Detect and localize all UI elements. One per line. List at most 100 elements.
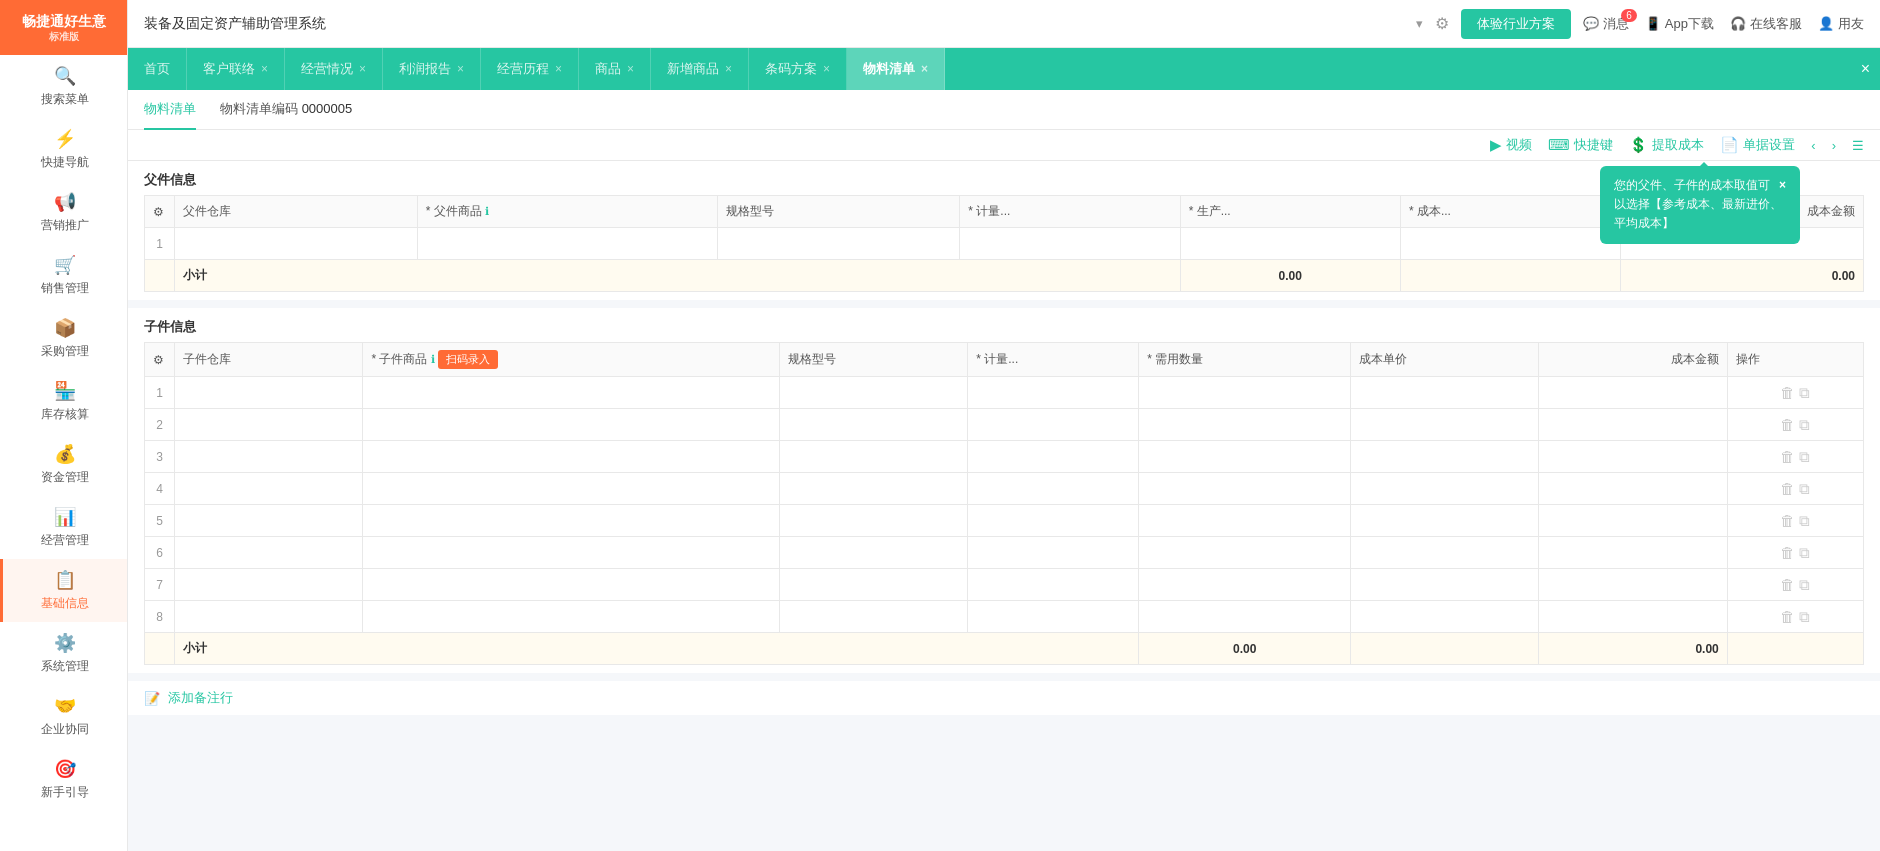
child-cell-quantity-6[interactable] [1139,537,1351,569]
child-cell-spec-8[interactable] [779,601,967,633]
dropdown-icon[interactable]: ▾ [1416,16,1423,31]
child-cell-warehouse-7[interactable] [175,569,363,601]
child-cell-unit-cost-5[interactable] [1350,505,1538,537]
sidebar-item-guide[interactable]: 🎯 新手引导 [0,748,127,811]
child-cell-unit-4[interactable] [968,473,1139,505]
tab-profit-close[interactable]: × [457,62,464,76]
child-cell-unit-cost-8[interactable] [1350,601,1538,633]
child-cell-unit-cost-6[interactable] [1350,537,1538,569]
child-cell-warehouse-3[interactable] [175,441,363,473]
child-cell-spec-6[interactable] [779,537,967,569]
tab-history[interactable]: 经营历程 × [481,48,579,90]
sidebar-item-finance[interactable]: 💰 资金管理 [0,433,127,496]
parent-cell-warehouse[interactable] [175,228,418,260]
child-cell-unit-3[interactable] [968,441,1139,473]
child-cell-spec-7[interactable] [779,569,967,601]
copy-row-btn-6[interactable]: ⧉ [1799,544,1810,562]
child-cell-quantity-3[interactable] [1139,441,1351,473]
child-cell-spec-2[interactable] [779,409,967,441]
child-cell-goods-1[interactable] [363,377,780,409]
copy-row-btn-7[interactable]: ⧉ [1799,576,1810,594]
child-cell-goods-2[interactable] [363,409,780,441]
tab-barcode[interactable]: 条码方案 × [749,48,847,90]
tab-profit[interactable]: 利润报告 × [383,48,481,90]
tab-customers[interactable]: 客户联络 × [187,48,285,90]
child-cell-unit-2[interactable] [968,409,1139,441]
shortcut-btn[interactable]: ⌨ 快捷键 [1548,136,1613,154]
settings-doc-btn[interactable]: 📄 单据设置 [1720,136,1795,154]
parent-cell-unit[interactable] [960,228,1180,260]
delete-row-btn-4[interactable]: 🗑 [1780,480,1795,498]
tab-operations[interactable]: 经营情况 × [285,48,383,90]
child-cell-spec-3[interactable] [779,441,967,473]
sidebar-item-quick-nav[interactable]: ⚡ 快捷导航 [0,118,127,181]
sidebar-item-purchase[interactable]: 📦 采购管理 [0,307,127,370]
app-download-item[interactable]: 📱 App下载 [1645,15,1714,33]
child-col-settings[interactable]: ⚙ [145,343,175,377]
child-cell-quantity-7[interactable] [1139,569,1351,601]
copy-row-btn-1[interactable]: ⧉ [1799,384,1810,402]
child-cell-unit-1[interactable] [968,377,1139,409]
child-cell-quantity-1[interactable] [1139,377,1351,409]
child-cell-warehouse-8[interactable] [175,601,363,633]
child-cell-goods-7[interactable] [363,569,780,601]
child-cell-unit-cost-7[interactable] [1350,569,1538,601]
experience-btn[interactable]: 体验行业方案 [1461,9,1571,39]
copy-row-btn-4[interactable]: ⧉ [1799,480,1810,498]
child-cell-unit-6[interactable] [968,537,1139,569]
delete-row-btn-3[interactable]: 🗑 [1780,448,1795,466]
child-cell-unit-cost-3[interactable] [1350,441,1538,473]
copy-row-btn-8[interactable]: ⧉ [1799,608,1810,626]
tab-bom-close[interactable]: × [921,62,928,76]
add-note-btn[interactable]: 添加备注行 [168,689,233,707]
tab-new-goods-close[interactable]: × [725,62,732,76]
tab-new-goods[interactable]: 新增商品 × [651,48,749,90]
copy-row-btn-3[interactable]: ⧉ [1799,448,1810,466]
child-cell-goods-3[interactable] [363,441,780,473]
tab-goods-close[interactable]: × [627,62,634,76]
delete-row-btn-2[interactable]: 🗑 [1780,416,1795,434]
child-cell-warehouse-5[interactable] [175,505,363,537]
child-cell-quantity-4[interactable] [1139,473,1351,505]
tab-history-close[interactable]: × [555,62,562,76]
child-cell-goods-4[interactable] [363,473,780,505]
tab-goods[interactable]: 商品 × [579,48,651,90]
sidebar-item-basic-info[interactable]: 📋 基础信息 [0,559,127,622]
parent-col-settings[interactable]: ⚙ [145,196,175,228]
child-cell-unit-7[interactable] [968,569,1139,601]
delete-row-btn-8[interactable]: 🗑 [1780,608,1795,626]
sidebar-item-inventory[interactable]: 🏪 库存核算 [0,370,127,433]
message-icon-item[interactable]: 💬 消息 6 [1583,15,1629,33]
delete-row-btn-6[interactable]: 🗑 [1780,544,1795,562]
sidebar-item-marketing[interactable]: 📢 营销推广 [0,181,127,244]
child-cell-unit-cost-2[interactable] [1350,409,1538,441]
child-cell-unit-cost-4[interactable] [1350,473,1538,505]
video-btn[interactable]: ▶ 视频 [1490,136,1532,154]
delete-row-btn-7[interactable]: 🗑 [1780,576,1795,594]
child-cell-spec-1[interactable] [779,377,967,409]
child-cell-warehouse-1[interactable] [175,377,363,409]
parent-cell-production[interactable] [1180,228,1400,260]
sub-tab-bom-code[interactable]: 物料清单编码 0000005 [220,90,352,130]
sidebar-item-search[interactable]: 🔍 搜索菜单 [0,55,127,118]
parent-cell-cost[interactable] [1400,228,1620,260]
child-cell-quantity-5[interactable] [1139,505,1351,537]
child-cell-warehouse-4[interactable] [175,473,363,505]
sidebar-item-system[interactable]: ⚙️ 系统管理 [0,622,127,685]
copy-row-btn-2[interactable]: ⧉ [1799,416,1810,434]
tab-operations-close[interactable]: × [359,62,366,76]
child-cell-unit-8[interactable] [968,601,1139,633]
sub-tab-bom-list[interactable]: 物料清单 [144,90,196,130]
copy-row-btn-5[interactable]: ⧉ [1799,512,1810,530]
child-cell-unit-5[interactable] [968,505,1139,537]
close-all-tabs[interactable]: × [1851,60,1880,78]
child-cell-goods-8[interactable] [363,601,780,633]
child-cell-unit-cost-1[interactable] [1350,377,1538,409]
parent-cell-goods[interactable] [417,228,717,260]
child-cell-goods-6[interactable] [363,537,780,569]
child-cell-warehouse-2[interactable] [175,409,363,441]
sidebar-item-cooperation[interactable]: 🤝 企业协同 [0,685,127,748]
sidebar-item-sales[interactable]: 🛒 销售管理 [0,244,127,307]
child-cell-warehouse-6[interactable] [175,537,363,569]
parent-cell-spec[interactable] [717,228,960,260]
